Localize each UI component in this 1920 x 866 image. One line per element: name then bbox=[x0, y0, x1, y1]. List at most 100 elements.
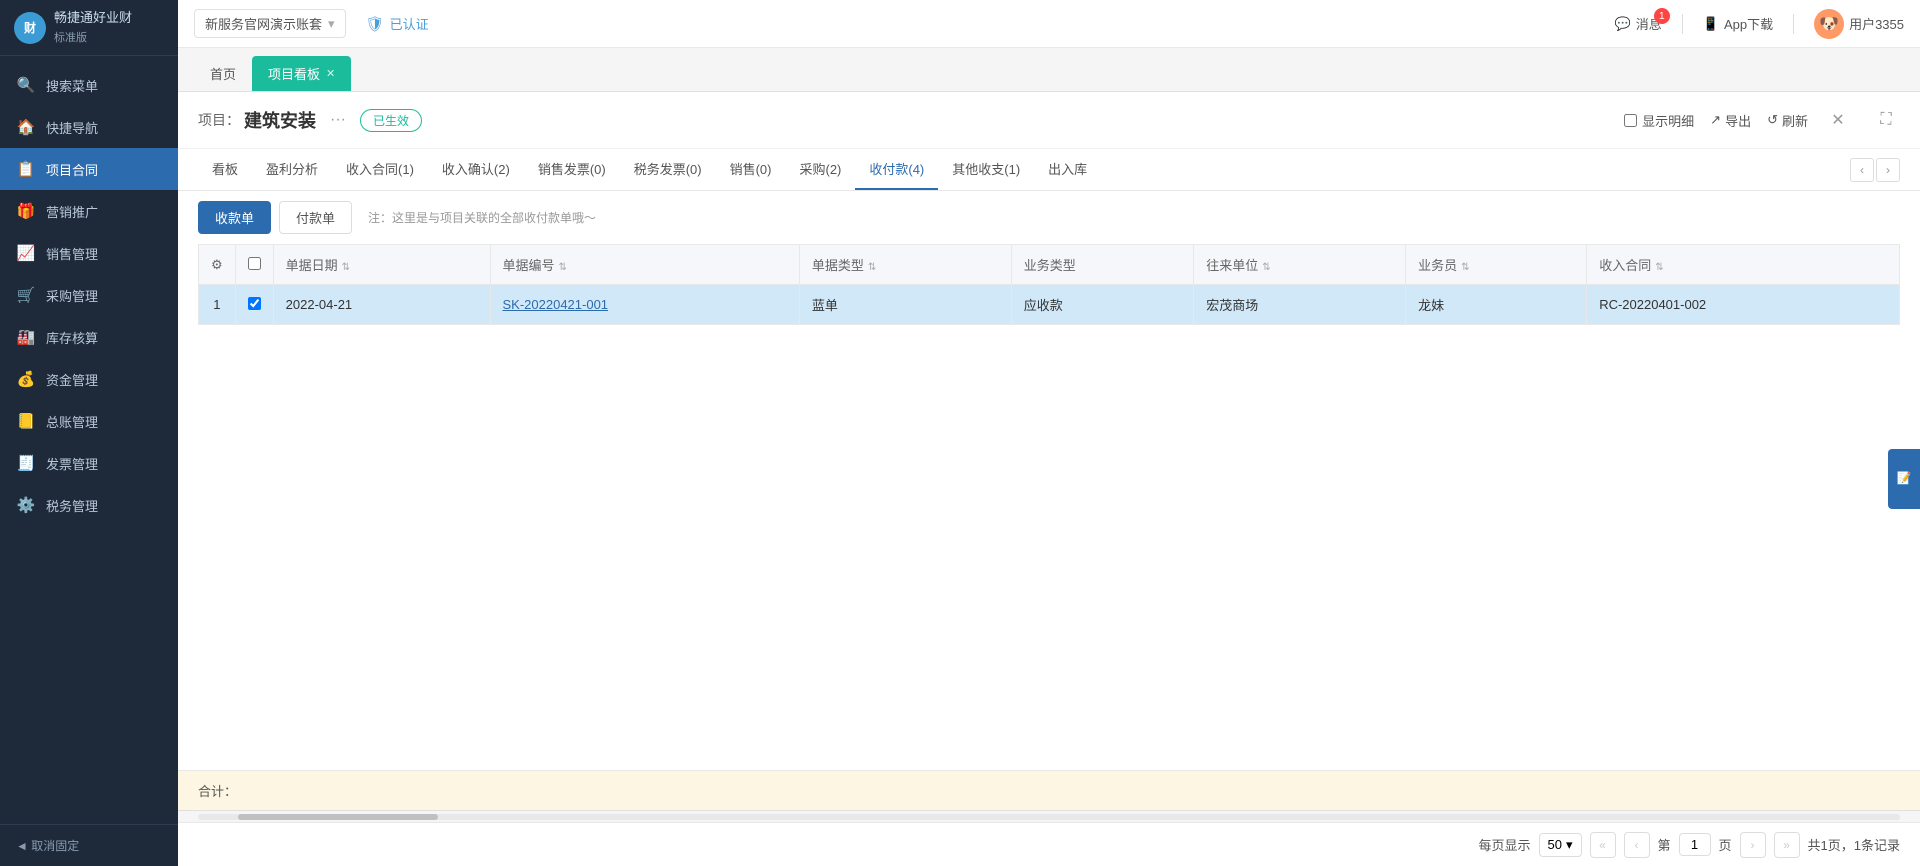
nav-label-search: 搜索菜单 bbox=[46, 76, 98, 95]
sidebar-item-invoice[interactable]: 🧾发票管理 bbox=[0, 442, 178, 484]
sec-tab-stock[interactable]: 出入库 bbox=[1034, 149, 1101, 190]
user-menu[interactable]: 🐶 用户3355 bbox=[1814, 9, 1904, 39]
user-label: 用户3355 bbox=[1849, 14, 1904, 33]
cell-checkbox-0[interactable] bbox=[235, 285, 273, 325]
scrollbar-thumb[interactable] bbox=[238, 814, 438, 820]
demo-account-selector[interactable]: 新服务官网演示账套 ▾ bbox=[194, 9, 346, 38]
table-row[interactable]: 1 2022-04-21 SK-20220421-001 蓝单 应收款 宏茂商场… bbox=[199, 285, 1900, 325]
select-all-checkbox[interactable] bbox=[248, 257, 261, 270]
cell-partner-0: 宏茂商场 bbox=[1194, 285, 1406, 325]
page-first-button[interactable]: « bbox=[1590, 832, 1616, 858]
sub-tab-hint: 注：这里是与项目关联的全部收付款单哦～ bbox=[368, 209, 596, 226]
th-type[interactable]: 单据类型⇅ bbox=[799, 245, 1011, 285]
sec-tab-income-contract[interactable]: 收入合同(1) bbox=[332, 149, 428, 190]
nav-label-tax: 税务管理 bbox=[46, 496, 98, 515]
row-checkbox-0[interactable] bbox=[248, 297, 261, 310]
sidebar-item-project[interactable]: 📋项目合同 bbox=[0, 148, 178, 190]
secondary-tabs: 看板 盈利分析 收入合同(1) 收入确认(2) 销售发票(0) 税务发票(0) … bbox=[178, 149, 1920, 191]
page-prev-button[interactable]: ‹ bbox=[1624, 832, 1650, 858]
th-checkbox[interactable] bbox=[235, 245, 273, 285]
cell-biz-type-0: 应收款 bbox=[1011, 285, 1194, 325]
nav-icon-tax: ⚙️ bbox=[16, 495, 36, 515]
sec-tab-prev-button[interactable]: ‹ bbox=[1850, 158, 1874, 182]
sidebar-item-sales[interactable]: 📈销售管理 bbox=[0, 232, 178, 274]
refresh-button[interactable]: ↺ 刷新 bbox=[1767, 111, 1808, 130]
show-detail-label: 显示明细 bbox=[1642, 111, 1694, 130]
show-detail-checkbox[interactable]: 显示明细 bbox=[1624, 111, 1694, 130]
project-actions: 显示明细 ↗ 导出 ↺ 刷新 ✕ ⛶ bbox=[1624, 106, 1900, 134]
nav-icon-quick: 🏠 bbox=[16, 117, 36, 137]
tab-close-icon[interactable]: ✕ bbox=[326, 67, 335, 80]
app-title: 畅捷通好业财 bbox=[54, 10, 132, 27]
scrollbar-track bbox=[198, 814, 1900, 820]
sidebar: 财 畅捷通好业财 标准版 🔍搜索菜单🏠快捷导航📋项目合同🎁营销推广📈销售管理🛒采… bbox=[0, 0, 178, 866]
sec-tab-income-confirm[interactable]: 收入确认(2) bbox=[428, 149, 524, 190]
nav-label-project: 项目合同 bbox=[46, 160, 98, 179]
sidebar-item-quick[interactable]: 🏠 快捷导航 bbox=[0, 106, 178, 148]
sec-tab-kanban[interactable]: 看板 bbox=[198, 149, 252, 190]
tab-home-label: 首页 bbox=[210, 64, 236, 83]
tab-home[interactable]: 首页 bbox=[194, 56, 252, 91]
export-button[interactable]: ↗ 导出 bbox=[1710, 111, 1751, 130]
sidebar-item-inventory[interactable]: 🏭库存核算 bbox=[0, 316, 178, 358]
receipt-tab-button[interactable]: 收款单 bbox=[198, 201, 271, 234]
th-partner[interactable]: 往来单位⇅ bbox=[1194, 245, 1406, 285]
shield-icon: 🛡 bbox=[366, 15, 385, 33]
feedback-button[interactable]: 📝 bbox=[1888, 449, 1920, 509]
nav-icon-search: 🔍 bbox=[16, 75, 36, 95]
expand-button[interactable]: ⛶ bbox=[1872, 106, 1900, 134]
total-label: 合计： bbox=[198, 781, 237, 800]
app-download-label: App下载 bbox=[1724, 14, 1773, 33]
page-size-select[interactable]: 50 ▾ bbox=[1539, 833, 1582, 857]
sec-tab-sales[interactable]: 销售(0) bbox=[716, 149, 786, 190]
payment-tab-button[interactable]: 付款单 bbox=[279, 201, 352, 234]
message-badge: 1 bbox=[1654, 8, 1670, 24]
nav-label-quick: 快捷导航 bbox=[46, 118, 98, 137]
th-number[interactable]: 单据编号⇅ bbox=[490, 245, 799, 285]
certified-label: 已认证 bbox=[390, 14, 429, 33]
nav-label-ledger: 总账管理 bbox=[46, 412, 98, 431]
cell-income-contract-0: RC-20220401-002 bbox=[1587, 285, 1900, 325]
page-size-chevron-icon: ▾ bbox=[1566, 837, 1573, 853]
show-detail-input[interactable] bbox=[1624, 114, 1637, 127]
page-size-label: 每页显示 bbox=[1478, 835, 1530, 854]
doc-number-link-0[interactable]: SK-20220421-001 bbox=[503, 297, 609, 312]
sec-tab-purchase[interactable]: 采购(2) bbox=[785, 149, 855, 190]
nav-label-funds: 资金管理 bbox=[46, 370, 98, 389]
th-date[interactable]: 单据日期⇅ bbox=[273, 245, 490, 285]
sidebar-item-funds[interactable]: 💰资金管理 bbox=[0, 358, 178, 400]
sec-tab-next-button[interactable]: › bbox=[1876, 158, 1900, 182]
topbar: 新服务官网演示账套 ▾ 🛡 已认证 💬 消息 1 📱 App下载 🐶 用户335… bbox=[178, 0, 1920, 48]
app-download-button[interactable]: 📱 App下载 bbox=[1703, 14, 1773, 33]
project-status-badge: 已生效 bbox=[360, 109, 422, 132]
sidebar-item-ledger[interactable]: 📒总账管理 bbox=[0, 400, 178, 442]
th-settings[interactable]: ⚙ bbox=[199, 245, 236, 285]
sidebar-item-purchase[interactable]: 🛒采购管理 bbox=[0, 274, 178, 316]
tab-project-board[interactable]: 项目看板 ✕ bbox=[252, 56, 351, 91]
sidebar-unpin-button[interactable]: ◄ 取消固定 bbox=[0, 824, 178, 866]
message-button[interactable]: 💬 消息 1 bbox=[1615, 14, 1662, 33]
project-more-button[interactable]: ··· bbox=[330, 111, 346, 129]
sidebar-item-marketing[interactable]: 🎁营销推广 bbox=[0, 190, 178, 232]
sec-tab-tax-invoice[interactable]: 税务发票(0) bbox=[620, 149, 716, 190]
th-salesman[interactable]: 业务员⇅ bbox=[1406, 245, 1587, 285]
cell-number-0[interactable]: SK-20220421-001 bbox=[490, 285, 799, 325]
close-button[interactable]: ✕ bbox=[1824, 106, 1852, 134]
sidebar-item-tax[interactable]: ⚙️ 税务管理 bbox=[0, 484, 178, 526]
sec-tab-payment[interactable]: 收付款(4) bbox=[855, 149, 938, 190]
sec-tab-profit[interactable]: 盈利分析 bbox=[252, 149, 332, 190]
nav-icon-marketing: 🎁 bbox=[16, 201, 36, 221]
page-number-input[interactable] bbox=[1679, 833, 1711, 856]
page-next-button[interactable]: › bbox=[1740, 832, 1766, 858]
page-last-button[interactable]: » bbox=[1774, 832, 1800, 858]
project-header: 项目： 建筑安装 ··· 已生效 显示明细 ↗ 导出 ↺ 刷新 ✕ ⛶ bbox=[178, 92, 1920, 149]
cell-date-0: 2022-04-21 bbox=[273, 285, 490, 325]
sec-tab-sales-invoice[interactable]: 销售发票(0) bbox=[524, 149, 620, 190]
th-income-contract[interactable]: 收入合同⇅ bbox=[1587, 245, 1900, 285]
sidebar-item-search[interactable]: 🔍 搜索菜单 bbox=[0, 64, 178, 106]
sec-tab-other[interactable]: 其他收支(1) bbox=[938, 149, 1034, 190]
data-table: ⚙ 单据日期⇅ 单据编号⇅ 单据类型⇅ 业务类型 往来单位⇅ 业务员⇅ 收入合同… bbox=[198, 244, 1900, 325]
export-label: 导出 bbox=[1725, 111, 1751, 130]
nav-icon-purchase: 🛒 bbox=[16, 285, 36, 305]
horizontal-scrollbar[interactable] bbox=[178, 810, 1920, 822]
